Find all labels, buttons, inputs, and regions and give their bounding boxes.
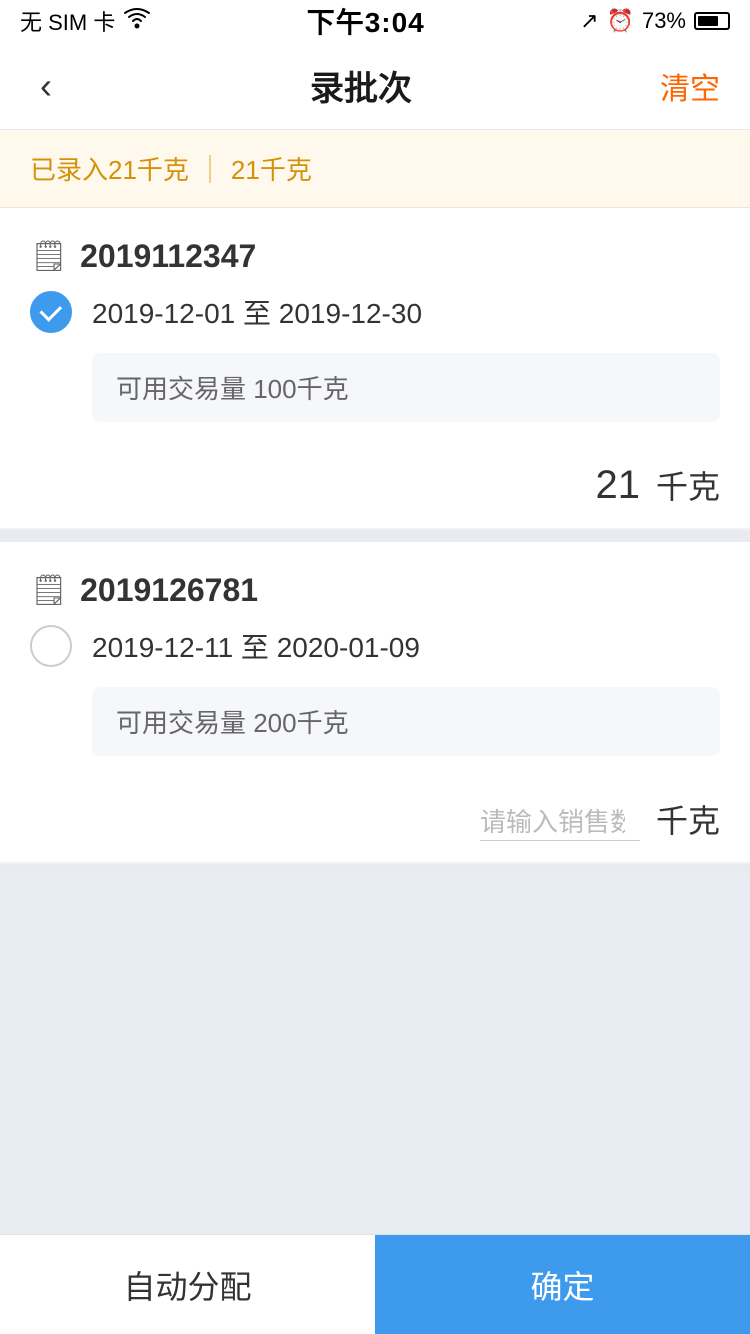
batch2-date: 2019-12-11 至 2020-01-09 [92,626,420,666]
status-bar: 无 SIM 卡 下午3:04 ↗ ⏰ 73% [0,0,750,42]
batch2-item: 🗒 2019126781 2019-12-11 至 2020-01-09 可用交… [0,542,750,786]
batch1-radio[interactable] [30,291,72,333]
batch2-icon: 🗒 [30,573,68,608]
section-divider [0,530,750,542]
page-content: 已录入21千克 21千克 🗒 2019112347 2019-12-01 至 2… [0,130,750,1316]
batch1-card: 🗒 2019112347 2019-12-01 至 2019-12-30 可用交… [0,208,750,528]
batch2-input-row: 千克 [0,786,750,862]
carrier-text: 无 SIM 卡 [20,5,115,37]
battery-icon [694,12,730,30]
location-icon: ↗ [580,8,598,34]
status-right: ↗ ⏰ 73% [580,8,730,34]
batch2-available-text: 可用交易量 200千克 [116,708,349,738]
batch1-quantity-value: 21 [595,463,640,508]
batch1-input-row: 21 千克 [0,452,750,528]
batch2-date-row: 2019-12-11 至 2020-01-09 [30,625,720,667]
wifi-icon [123,7,151,35]
batch1-header: 🗒 2019112347 [30,238,720,275]
alarm-icon: ⏰ [607,8,634,34]
battery-percent: 73% [642,8,686,34]
banner-divider [209,155,211,183]
bottom-bar: 自动分配 确定 [0,1234,750,1334]
batch2-unit: 千克 [656,796,720,842]
nav-bar: ‹ 录批次 清空 [0,42,750,130]
batch1-date: 2019-12-01 至 2019-12-30 [92,292,422,332]
section-divider-2 [0,864,750,876]
batch1-unit: 千克 [656,462,720,508]
auto-distribute-button[interactable]: 自动分配 [0,1235,375,1334]
clear-button[interactable]: 清空 [660,64,720,108]
total-info: 21千克 [231,150,312,187]
batch1-icon: 🗒 [30,239,68,274]
status-left: 无 SIM 卡 [20,5,151,37]
batch1-available-text: 可用交易量 100千克 [116,374,349,404]
batch2-radio[interactable] [30,625,72,667]
batch1-available-box: 可用交易量 100千克 [92,353,720,422]
page-title: 录批次 [310,61,412,110]
time-display: 下午3:04 [307,1,425,41]
batch2-quantity-input[interactable] [480,797,640,841]
batch1-item: 🗒 2019112347 2019-12-01 至 2019-12-30 可用交… [0,208,750,452]
batch2-card: 🗒 2019126781 2019-12-11 至 2020-01-09 可用交… [0,542,750,862]
batch1-date-row: 2019-12-01 至 2019-12-30 [30,291,720,333]
batch2-header: 🗒 2019126781 [30,572,720,609]
recorded-info: 已录入21千克 [30,150,189,187]
batch2-number: 2019126781 [80,572,258,609]
info-banner: 已录入21千克 21千克 [0,130,750,208]
batch2-available-box: 可用交易量 200千克 [92,687,720,756]
confirm-button[interactable]: 确定 [375,1235,750,1334]
batch1-number: 2019112347 [80,238,256,275]
back-button[interactable]: ‹ [30,55,62,117]
